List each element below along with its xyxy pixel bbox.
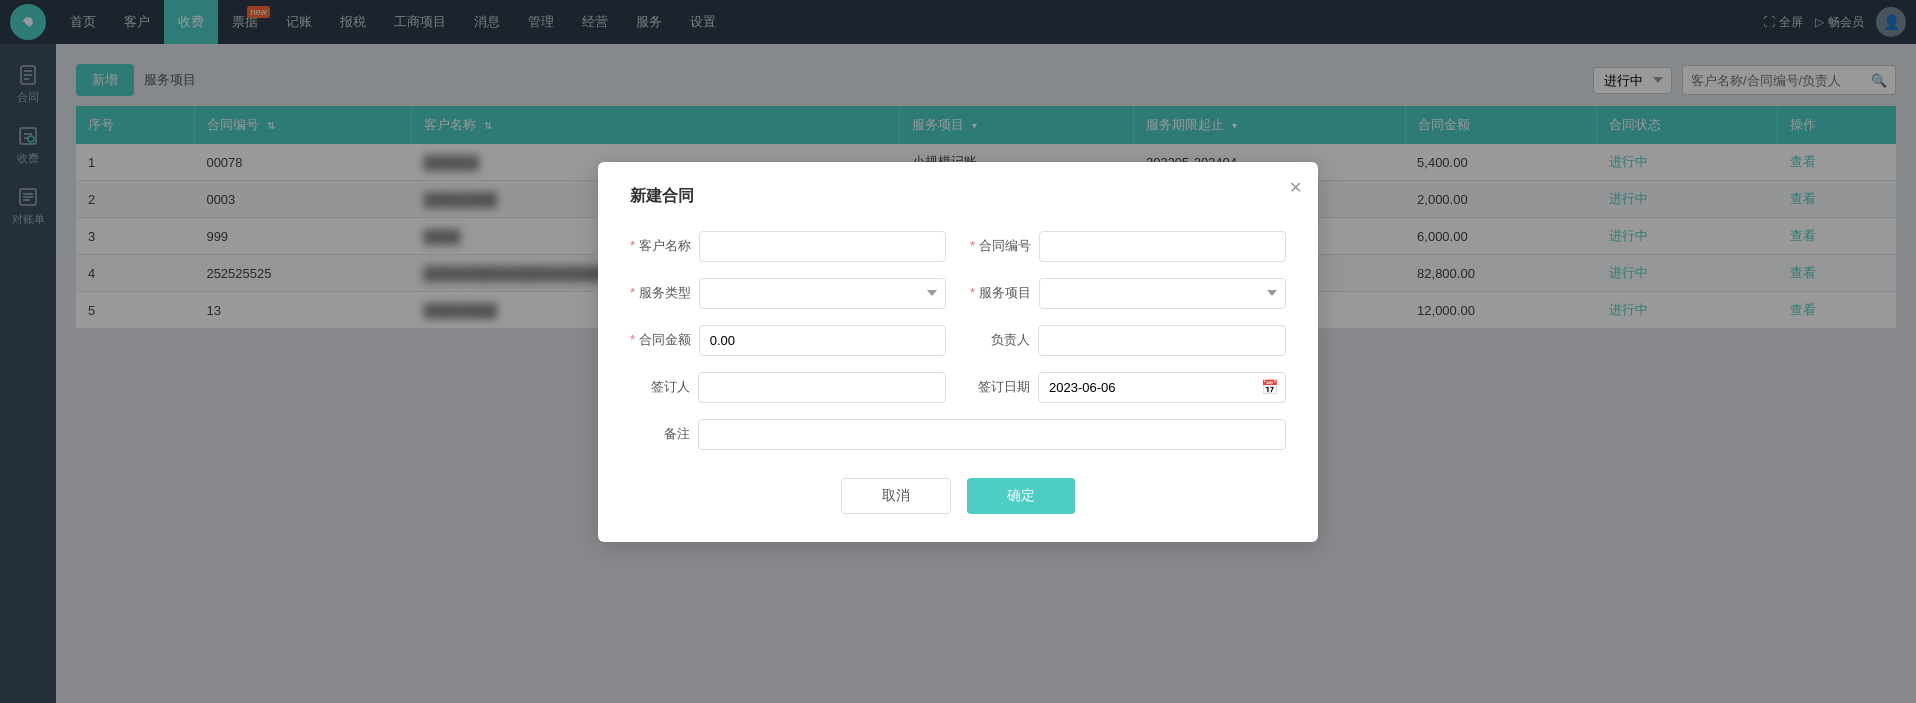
form-row-customer: 客户名称: [630, 231, 946, 262]
form-row-amount: 合同金额: [630, 325, 946, 356]
form-row-service-item: 服务项目: [970, 278, 1286, 309]
new-contract-modal: 新建合同 ✕ 客户名称 合同编号 服务类型 服务项目: [598, 162, 1318, 542]
form-row-signer: 签订人: [630, 372, 946, 403]
contract-no-label: 合同编号: [970, 237, 1031, 255]
modal-title: 新建合同: [630, 186, 1286, 207]
responsible-input[interactable]: [1038, 325, 1286, 356]
confirm-button[interactable]: 确定: [967, 478, 1075, 514]
modal-footer: 取消 确定: [630, 478, 1286, 514]
sign-date-label: 签订日期: [970, 378, 1030, 396]
form-row-remarks: 备注: [630, 419, 1286, 450]
signer-label: 签订人: [630, 378, 690, 396]
form-row-service-type: 服务类型: [630, 278, 946, 309]
service-type-label: 服务类型: [630, 284, 691, 302]
modal-overlay: 新建合同 ✕ 客户名称 合同编号 服务类型 服务项目: [0, 0, 1916, 703]
service-item-select[interactable]: [1039, 278, 1286, 309]
customer-name-label: 客户名称: [630, 237, 691, 255]
service-type-select[interactable]: [699, 278, 946, 309]
amount-label: 合同金额: [630, 331, 691, 349]
sign-date-input[interactable]: [1038, 372, 1286, 403]
customer-name-input[interactable]: [699, 231, 946, 262]
remarks-label: 备注: [630, 425, 690, 443]
remarks-input[interactable]: [698, 419, 1286, 450]
amount-input[interactable]: [699, 325, 946, 356]
modal-close-button[interactable]: ✕: [1289, 178, 1302, 197]
sign-date-input-wrap: 📅: [1038, 372, 1286, 403]
service-type-select-wrap: [699, 278, 946, 309]
service-item-select-wrap: [1039, 278, 1286, 309]
form-grid: 客户名称 合同编号 服务类型 服务项目: [630, 231, 1286, 450]
responsible-label: 负责人: [970, 331, 1030, 349]
service-item-label: 服务项目: [970, 284, 1031, 302]
form-row-sign-date: 签订日期 📅: [970, 372, 1286, 403]
signer-input[interactable]: [698, 372, 946, 403]
form-row-responsible: 负责人: [970, 325, 1286, 356]
calendar-icon[interactable]: 📅: [1261, 379, 1278, 395]
form-row-contract-no: 合同编号: [970, 231, 1286, 262]
contract-no-input[interactable]: [1039, 231, 1286, 262]
cancel-button[interactable]: 取消: [841, 478, 951, 514]
